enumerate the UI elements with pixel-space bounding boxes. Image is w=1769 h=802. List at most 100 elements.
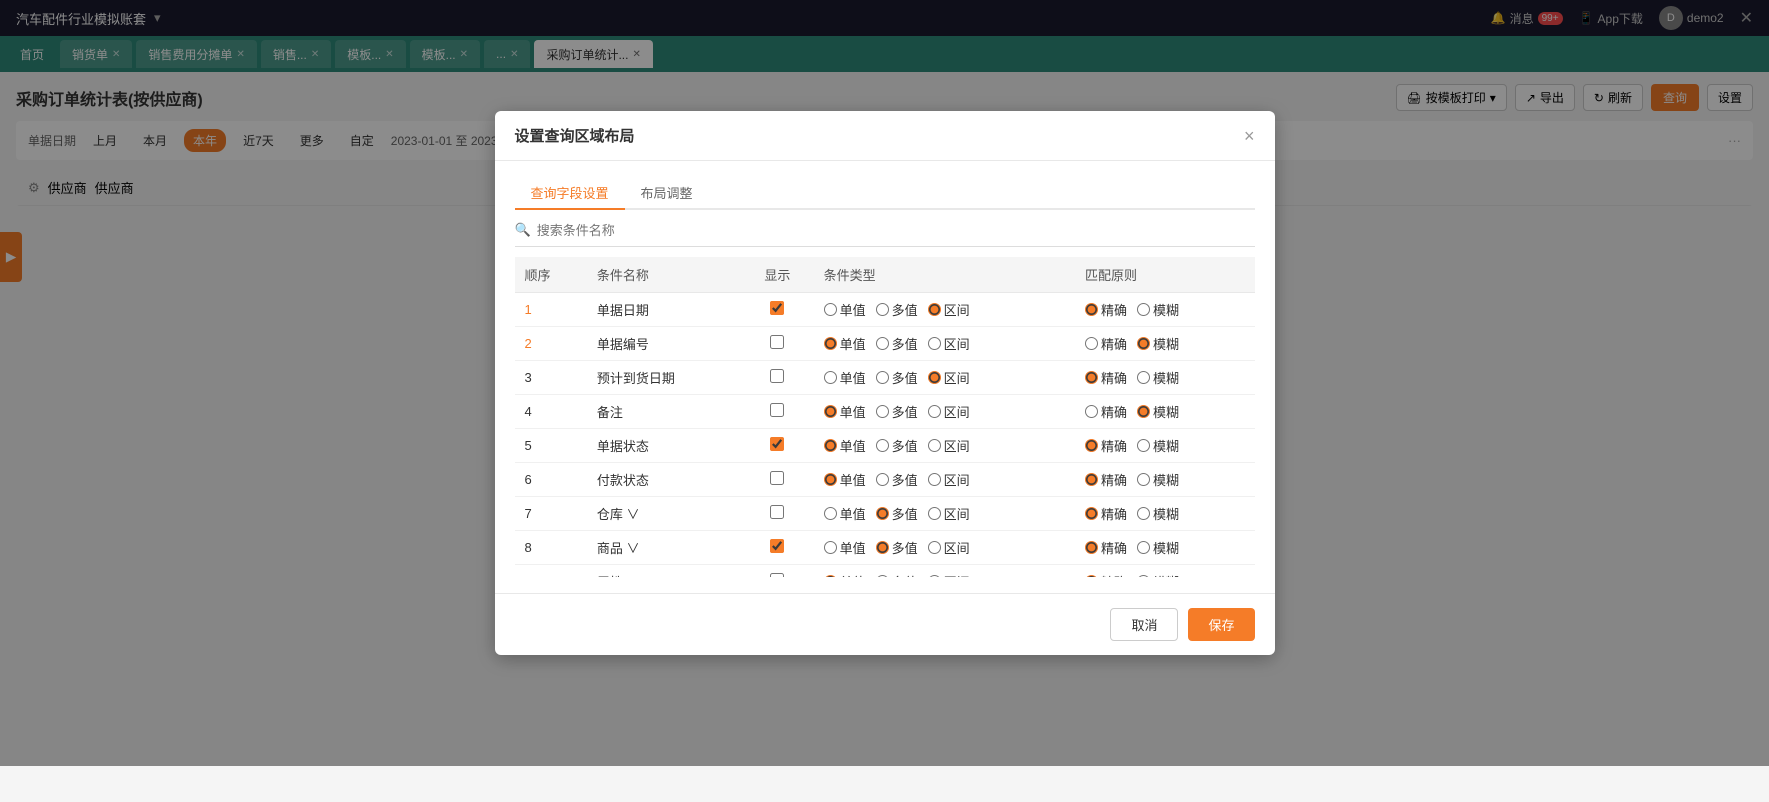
cell-match: 精确模糊 [1075, 497, 1255, 531]
modal-table-header-row: 顺序 条件名称 显示 条件类型 匹配原则 [515, 257, 1255, 293]
cell-display[interactable] [741, 327, 813, 361]
cell-name: 仓库 ∨ [587, 497, 741, 531]
cell-display[interactable] [741, 497, 813, 531]
save-btn[interactable]: 保存 [1188, 608, 1254, 641]
modal-tabs: 查询字段设置 布局调整 [515, 177, 1255, 210]
radio-match-模糊[interactable]: 模糊 [1137, 436, 1179, 455]
cell-display[interactable] [741, 429, 813, 463]
th-order: 顺序 [515, 257, 587, 293]
radio-type-区间[interactable]: 区间 [928, 436, 970, 455]
radio-type-单值[interactable]: 单值 [824, 436, 866, 455]
modal-tab-layout-label: 布局调整 [641, 186, 693, 201]
modal-body: 查询字段设置 布局调整 🔍 顺序 条件名称 显示 [495, 161, 1275, 593]
radio-type-多值[interactable]: 多值 [876, 538, 918, 557]
modal-close-btn[interactable]: × [1244, 127, 1255, 145]
radio-match-精确[interactable]: 精确 [1085, 436, 1127, 455]
cell-match: 精确 模糊 [1075, 565, 1255, 578]
cell-match: 精确模糊 [1075, 395, 1255, 429]
cell-name: 备注 [587, 395, 741, 429]
radio-match-精确[interactable]: 精确 [1085, 334, 1127, 353]
radio-type-区间[interactable]: 区间 [928, 470, 970, 489]
display-checkbox[interactable] [770, 505, 784, 519]
radio-match-模糊[interactable]: 模糊 [1137, 368, 1179, 387]
radio-type-单值[interactable]: 单值 [824, 368, 866, 387]
radio-match-精确[interactable]: 精确 [1085, 538, 1127, 557]
display-checkbox[interactable] [770, 301, 784, 315]
cell-order: 3 [515, 361, 587, 395]
radio-match-模糊[interactable]: 模糊 [1137, 334, 1179, 353]
radio-type-多值[interactable]: 多值 [876, 470, 918, 489]
radio-type-多值[interactable]: 多值 [876, 368, 918, 387]
radio-type-单值[interactable]: 单值 [824, 572, 866, 577]
radio-type-区间[interactable]: 区间 [928, 538, 970, 557]
cell-display[interactable] [741, 531, 813, 565]
display-checkbox[interactable] [770, 437, 784, 451]
radio-type-单值[interactable]: 单值 [824, 504, 866, 523]
radio-match-精确[interactable]: 精确 [1085, 402, 1127, 421]
table-row: 4备注单值多值区间精确模糊 [515, 395, 1255, 429]
cell-display[interactable] [741, 565, 813, 578]
radio-type-多值[interactable]: 多值 [876, 334, 918, 353]
radio-type-单值[interactable]: 单值 [824, 538, 866, 557]
table-row: 1单据日期单值多值区间精确模糊 [515, 293, 1255, 327]
radio-match-模糊[interactable]: 模糊 [1137, 402, 1179, 421]
radio-match-模糊[interactable]: 模糊 [1137, 504, 1179, 523]
search-input[interactable] [537, 223, 1255, 238]
radio-type-多值[interactable]: 多值 [876, 572, 918, 577]
radio-type-区间[interactable]: 区间 [928, 300, 970, 319]
radio-match-模糊[interactable]: 模糊 [1137, 538, 1179, 557]
radio-type-多值[interactable]: 多值 [876, 436, 918, 455]
modal-tab-layout[interactable]: 布局调整 [625, 177, 709, 210]
radio-type-多值[interactable]: 多值 [876, 300, 918, 319]
radio-type-区间[interactable]: 区间 [928, 402, 970, 421]
cell-display[interactable] [741, 395, 813, 429]
cell-display[interactable] [741, 293, 813, 327]
radio-type-区间[interactable]: 区间 [928, 334, 970, 353]
radio-type-单值[interactable]: 单值 [824, 470, 866, 489]
radio-type-区间[interactable]: 区间 [928, 368, 970, 387]
display-checkbox[interactable] [770, 369, 784, 383]
cell-match: 精确模糊 [1075, 361, 1255, 395]
cell-display[interactable] [741, 463, 813, 497]
radio-type-区间[interactable]: 区间 [928, 504, 970, 523]
modal-table: 顺序 条件名称 显示 条件类型 匹配原则 1单据日期单值多值区间精确模糊2单据编… [515, 257, 1255, 577]
radio-match-精确[interactable]: 精确 [1085, 300, 1127, 319]
table-row: 8商品 ∨单值多值区间精确模糊 [515, 531, 1255, 565]
modal-overlay: 设置查询区域布局 × 查询字段设置 布局调整 🔍 [0, 0, 1769, 766]
table-row: 7仓库 ∨单值多值区间精确模糊 [515, 497, 1255, 531]
radio-type-单值[interactable]: 单值 [824, 300, 866, 319]
radio-match-模糊[interactable]: 模糊 [1137, 300, 1179, 319]
cell-type: 单值多值区间 [814, 395, 1075, 429]
th-match: 匹配原则 [1075, 257, 1255, 293]
cancel-btn[interactable]: 取消 [1110, 608, 1178, 641]
display-checkbox[interactable] [770, 471, 784, 485]
display-checkbox[interactable] [770, 539, 784, 553]
display-checkbox[interactable] [770, 573, 784, 577]
radio-match-精确[interactable]: 精确 [1085, 368, 1127, 387]
radio-match-模糊[interactable]: 模糊 [1137, 470, 1179, 489]
th-display: 显示 [741, 257, 813, 293]
display-checkbox[interactable] [770, 403, 784, 417]
display-checkbox[interactable] [770, 335, 784, 349]
radio-match-精确[interactable]: 精确 [1085, 470, 1127, 489]
cell-type: 单值多值区间 [814, 497, 1075, 531]
cell-type: 单值多值区间 [814, 293, 1075, 327]
modal-tab-query-fields-label: 查询字段设置 [531, 186, 609, 201]
radio-type-单值[interactable]: 单值 [824, 402, 866, 421]
radio-type-多值[interactable]: 多值 [876, 402, 918, 421]
cell-match: 精确模糊 [1075, 463, 1255, 497]
radio-match-精确[interactable]: 精确 [1085, 504, 1127, 523]
cell-name: 商品 ∨ [587, 531, 741, 565]
cell-name: 单据编号 [587, 327, 741, 361]
radio-match-模糊[interactable]: 模糊 [1137, 572, 1179, 577]
cell-type: 单值 多值 区间 [814, 565, 1075, 578]
radio-type-多值[interactable]: 多值 [876, 504, 918, 523]
cell-match: 精确模糊 [1075, 531, 1255, 565]
cell-type: 单值多值区间 [814, 429, 1075, 463]
radio-type-单值[interactable]: 单值 [824, 334, 866, 353]
radio-match-精确[interactable]: 精确 [1085, 572, 1127, 577]
modal-tab-query-fields[interactable]: 查询字段设置 [515, 177, 625, 210]
cell-order: 7 [515, 497, 587, 531]
radio-type-区间[interactable]: 区间 [928, 572, 970, 577]
cell-display[interactable] [741, 361, 813, 395]
